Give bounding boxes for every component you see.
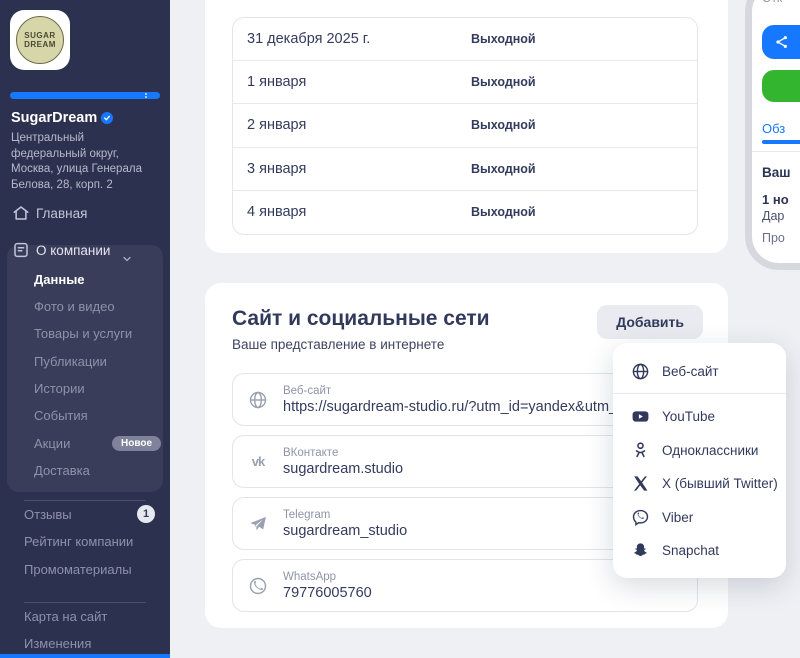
add-button[interactable]: Добавить	[597, 305, 703, 339]
new-badge: Новое	[112, 435, 162, 451]
sidebar-divider	[24, 500, 146, 501]
x-twitter-icon	[631, 474, 650, 493]
menu-item-label: YouTube	[662, 409, 716, 425]
share-route-icon	[774, 34, 790, 50]
telegram-icon	[233, 514, 283, 534]
logo-text-line1: SUGAR	[24, 31, 56, 40]
schedule-status: Выходной	[471, 75, 536, 90]
sidebar-item-label: Истории	[34, 380, 85, 396]
field-value: 79776005760	[283, 584, 372, 601]
whatsapp-icon	[233, 576, 283, 596]
sidebar-item-label: Отзывы	[24, 506, 72, 522]
sidebar-group-label: О компании	[36, 242, 111, 258]
schedule-card: 31 декабря 2025 г. Выходной 1 января Вых…	[205, 0, 728, 253]
preview-divider	[752, 151, 800, 152]
sidebar-item-label: Фото и видео	[34, 298, 115, 314]
sidebar-item-label: Карта на сайт	[24, 608, 108, 624]
schedule-date: 2 января	[247, 117, 307, 134]
snapchat-icon	[631, 541, 650, 560]
tab-overview[interactable]: Обз	[762, 121, 785, 136]
menu-item-label: Viber	[662, 509, 694, 525]
chevron-down-icon	[121, 253, 133, 265]
globe-icon	[631, 362, 650, 381]
sidebar-item-label: События	[34, 407, 88, 423]
menu-item-website[interactable]: Веб-сайт	[613, 353, 786, 389]
sidebar-item-label: Доставка	[34, 462, 90, 478]
menu-item-snapchat[interactable]: Snapchat	[613, 534, 786, 568]
field-label: Telegram	[283, 508, 331, 521]
preview-date: 1 но	[762, 192, 789, 207]
table-row[interactable]: 31 декабря 2025 г. Выходной	[233, 18, 697, 62]
schedule-date: 31 декабря 2025 г.	[247, 31, 371, 48]
sidebar: SUGAR DREAM SugarDream Центральный федер…	[0, 0, 170, 658]
odnoklassniki-icon	[631, 441, 650, 460]
home-icon	[12, 204, 30, 222]
menu-item-youtube[interactable]: YouTube	[613, 400, 786, 434]
schedule-date: 1 января	[247, 74, 307, 91]
schedule-date: 3 января	[247, 160, 307, 177]
verified-icon	[101, 112, 114, 124]
table-row[interactable]: 3 января Выходной	[233, 148, 697, 191]
preview-heading: Ваш	[762, 165, 791, 180]
schedule-date: 4 января	[247, 204, 307, 221]
table-row[interactable]: 1 января Выходной	[233, 61, 697, 105]
sidebar-item-label: Рейтинг компании	[24, 533, 134, 549]
company-address: Центральный федеральный округ, Москва, у…	[11, 132, 142, 191]
company-logo[interactable]: SUGAR DREAM	[10, 10, 70, 70]
schedule-status: Выходной	[471, 161, 536, 176]
tab-active-indicator	[762, 140, 800, 144]
document-icon	[12, 241, 30, 259]
menu-item-x-twitter[interactable]: X (бывший Twitter)	[613, 467, 786, 501]
table-row[interactable]: 2 января Выходной	[233, 104, 697, 148]
field-value: sugardream_studio	[283, 522, 408, 539]
company-name: SugarDream	[11, 110, 98, 126]
sidebar-item-label: Данные	[34, 271, 85, 287]
menu-item-label: X (бывший Twitter)	[662, 476, 778, 492]
field-value: sugardream.studio	[283, 460, 404, 477]
schedule-status: Выходной	[471, 205, 536, 220]
sidebar-item-label: Изменения	[24, 635, 92, 651]
section-subtitle: Ваше представление в интернете	[232, 337, 445, 352]
globe-icon	[233, 390, 283, 410]
sidebar-item-label: Товары и услуги	[34, 325, 133, 341]
preview-top-text: Отк	[762, 0, 782, 5]
menu-item-label: Snapchat	[662, 543, 720, 559]
schedule-status: Выходной	[471, 118, 536, 133]
sidebar-item-label: Главная	[36, 205, 88, 221]
field-label: Веб-сайт	[283, 384, 332, 397]
vk-icon: vk	[251, 454, 265, 469]
preview-text: Дар	[762, 209, 785, 223]
add-social-dropdown: Веб-сайт YouTube Одноклассники X (бывший…	[613, 343, 786, 578]
preview-route-button[interactable]	[762, 25, 800, 59]
preview-text: Про	[762, 231, 785, 245]
sidebar-item-label: Промоматериалы	[24, 561, 132, 577]
field-value: https://sugardream-studio.ru/?utm_id=yan…	[283, 398, 669, 415]
profile-progress-bar	[10, 92, 160, 99]
viber-icon	[631, 508, 650, 527]
menu-divider	[613, 393, 786, 394]
preview-action-button[interactable]	[762, 70, 800, 102]
profile-preview-phone: Отк Обз Ваш 1 но Дар Про	[745, 0, 800, 270]
menu-item-odnoklassniki[interactable]: Одноклассники	[613, 434, 786, 468]
sidebar-bottom-progress	[0, 654, 170, 658]
menu-item-label: Одноклассники	[662, 442, 759, 458]
table-row[interactable]: 4 января Выходной	[233, 191, 697, 234]
logo-badge: SUGAR DREAM	[16, 16, 64, 64]
menu-item-viber[interactable]: Viber	[613, 501, 786, 535]
field-label: WhatsApp	[283, 570, 337, 583]
field-label: ВКонтакте	[283, 446, 339, 459]
about-group-panel	[7, 245, 163, 492]
sidebar-divider	[24, 602, 146, 603]
youtube-icon	[631, 407, 650, 426]
progress-marker-icon	[145, 93, 147, 99]
count-badge: 1	[137, 505, 155, 523]
menu-item-label: Веб-сайт	[662, 363, 719, 379]
schedule-status: Выходной	[471, 32, 536, 47]
sidebar-item-label: Публикации	[34, 353, 107, 369]
holiday-schedule-table: 31 декабря 2025 г. Выходной 1 января Вых…	[232, 17, 698, 235]
logo-text-line2: DREAM	[24, 40, 56, 49]
sidebar-item-label: Акции	[34, 435, 71, 451]
page-title: Сайт и социальные сети	[232, 307, 490, 330]
